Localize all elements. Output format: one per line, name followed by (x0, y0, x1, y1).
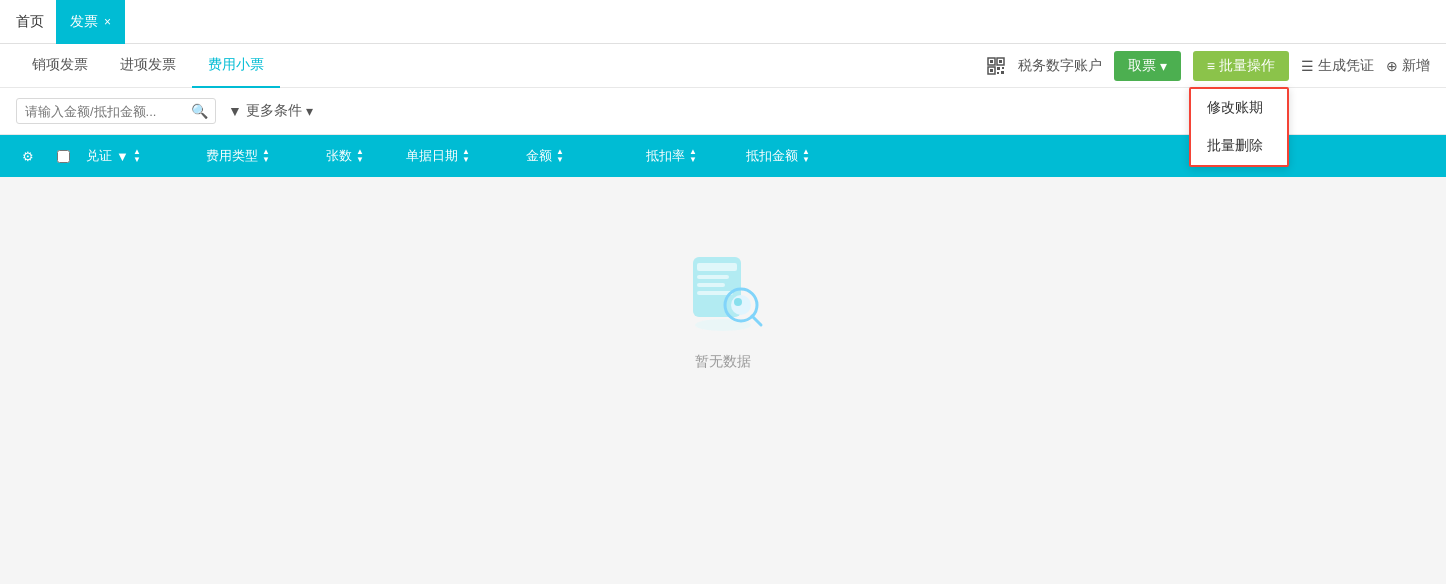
batch-dropdown-menu: 修改账期 批量删除 (1189, 87, 1289, 167)
th-count[interactable]: 张数 ▲ ▼ (318, 147, 398, 165)
chevron-down-icon: ▾ (1160, 58, 1167, 74)
generate-voucher-button[interactable]: ☰ 生成凭证 (1301, 57, 1374, 75)
th-gear[interactable]: ⚙ (8, 149, 48, 164)
invoice-tab[interactable]: 发票 × (56, 0, 125, 44)
svg-rect-1 (990, 60, 993, 63)
batch-dropdown-wrapper: ≡ 批量操作 修改账期 批量删除 (1193, 51, 1289, 81)
svg-rect-13 (697, 275, 729, 279)
th-count-label: 张数 (326, 147, 352, 165)
empty-state: 暂无数据 (0, 177, 1446, 411)
tab-label: 发票 (70, 13, 98, 31)
svg-rect-5 (990, 69, 993, 72)
gear-icon: ⚙ (22, 149, 34, 164)
top-nav: 首页 发票 × (0, 0, 1446, 44)
svg-rect-8 (997, 72, 999, 74)
svg-point-19 (734, 298, 742, 306)
tab-expense-receipt[interactable]: 费用小票 (192, 44, 280, 88)
modify-period-item[interactable]: 修改账期 (1191, 89, 1287, 127)
th-deduct-sort[interactable]: ▲ ▼ (802, 148, 810, 164)
svg-rect-9 (1001, 71, 1004, 74)
batch-icon: ≡ (1207, 58, 1215, 74)
th-voucher-label: 兑证 (86, 147, 112, 165)
generate-label: 生成凭证 (1318, 57, 1374, 75)
th-deduct-amount[interactable]: 抵扣金额 ▲ ▼ (738, 147, 858, 165)
th-deduct-rate[interactable]: 抵扣率 ▲ ▼ (638, 147, 738, 165)
add-button[interactable]: ⊕ 新增 (1386, 57, 1430, 75)
filter-icon: ▼ (228, 103, 242, 119)
tab-sales-invoice[interactable]: 销项发票 (16, 44, 104, 88)
tax-account-button[interactable]: 税务数字账户 (1018, 57, 1102, 75)
th-amount-sort[interactable]: ▲ ▼ (556, 148, 564, 164)
th-amount-label: 金额 (526, 147, 552, 165)
search-icon: 🔍 (191, 103, 208, 119)
select-all-checkbox[interactable] (57, 150, 70, 163)
qr-button[interactable] (986, 56, 1006, 76)
th-voucher[interactable]: 兑证 ▼ ▲ ▼ (78, 147, 198, 165)
more-filters-label: 更多条件 (246, 102, 302, 120)
home-nav[interactable]: 首页 (16, 13, 56, 31)
sub-nav-actions: 税务数字账户 取票 ▾ ≡ 批量操作 修改账期 批量删除 ☰ 生成凭证 ⊕ 新增 (986, 51, 1430, 81)
th-checkbox[interactable] (48, 150, 78, 163)
th-type-sort[interactable]: ▲ ▼ (262, 148, 270, 164)
svg-line-18 (752, 316, 761, 325)
qr-icon (986, 56, 1006, 76)
search-wrap: 🔍 (16, 98, 216, 124)
batch-delete-item[interactable]: 批量删除 (1191, 127, 1287, 165)
get-invoice-button[interactable]: 取票 ▾ (1114, 51, 1181, 81)
svg-rect-14 (697, 283, 725, 287)
th-date[interactable]: 单据日期 ▲ ▼ (398, 147, 518, 165)
svg-point-17 (731, 295, 751, 315)
more-filters-chevron: ▾ (306, 103, 313, 119)
search-input[interactable] (25, 104, 185, 119)
add-icon: ⊕ (1386, 58, 1398, 74)
th-rate-sort[interactable]: ▲ ▼ (689, 148, 697, 164)
svg-rect-3 (999, 60, 1002, 63)
svg-rect-6 (997, 67, 1000, 70)
th-deduct-label: 抵扣金额 (746, 147, 798, 165)
tab-close-icon[interactable]: × (104, 15, 111, 29)
svg-rect-12 (697, 263, 737, 271)
th-count-sort[interactable]: ▲ ▼ (356, 148, 364, 164)
tab-purchase-invoice[interactable]: 进项发票 (104, 44, 192, 88)
th-date-label: 单据日期 (406, 147, 458, 165)
add-label: 新增 (1402, 57, 1430, 75)
more-filters-button[interactable]: ▼ 更多条件 ▾ (228, 102, 313, 120)
th-voucher-sort[interactable]: ▲ ▼ (133, 148, 141, 164)
th-voucher-filter-icon: ▼ (116, 149, 129, 164)
get-invoice-label: 取票 (1128, 57, 1156, 75)
generate-icon: ☰ (1301, 58, 1314, 74)
batch-operation-button[interactable]: ≡ 批量操作 (1193, 51, 1289, 81)
sub-nav: 销项发票 进项发票 费用小票 税务数字账户 取票 ▾ (0, 44, 1446, 88)
th-amount[interactable]: 金额 ▲ ▼ (518, 147, 638, 165)
th-rate-label: 抵扣率 (646, 147, 685, 165)
th-date-sort[interactable]: ▲ ▼ (462, 148, 470, 164)
empty-icon (673, 237, 773, 337)
svg-rect-7 (1002, 67, 1004, 69)
sub-nav-tabs: 销项发票 进项发票 费用小票 (16, 44, 280, 88)
th-type-label: 费用类型 (206, 147, 258, 165)
empty-text: 暂无数据 (695, 353, 751, 371)
th-expense-type[interactable]: 费用类型 ▲ ▼ (198, 147, 318, 165)
batch-label: 批量操作 (1219, 57, 1275, 75)
